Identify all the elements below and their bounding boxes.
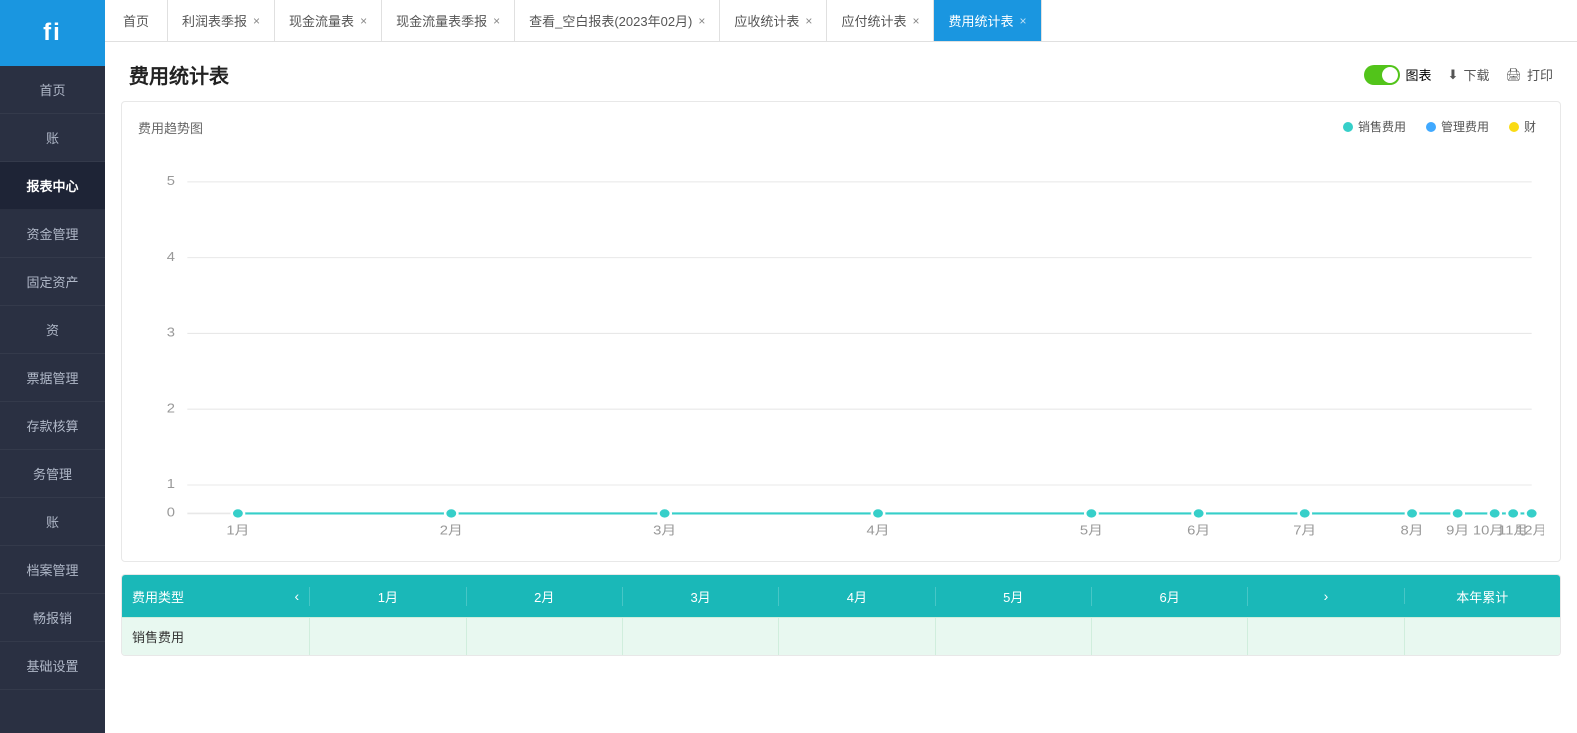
svg-text:4: 4 — [167, 250, 176, 264]
th-total: 本年累计 — [1405, 587, 1560, 606]
svg-text:2月: 2月 — [440, 523, 463, 537]
svg-text:12月: 12月 — [1516, 523, 1544, 537]
close-tab-receivable[interactable]: × — [805, 14, 812, 28]
td-m6 — [1092, 618, 1248, 655]
td-m1 — [310, 618, 466, 655]
page-title: 费用统计表 — [129, 60, 229, 89]
svg-text:8月: 8月 — [1401, 523, 1424, 537]
svg-text:4月: 4月 — [866, 523, 889, 537]
td-type: 销售费用 — [122, 618, 310, 655]
svg-text:3月: 3月 — [653, 523, 676, 537]
print-icon: 🖨 — [1505, 67, 1522, 83]
svg-text:1: 1 — [167, 477, 175, 491]
th-m2: 2月 — [467, 587, 623, 606]
legend-sales: 销售费用 — [1343, 118, 1406, 135]
svg-text:5月: 5月 — [1080, 523, 1103, 537]
close-tab-cashflow-q[interactable]: × — [493, 14, 500, 28]
th-m4: 4月 — [779, 587, 935, 606]
chart-svg: 5 4 3 2 1 0 — [138, 145, 1544, 545]
chart-section: 费用趋势图 销售费用 管理费用 财 — [121, 101, 1561, 562]
th-m5: 5月 — [936, 587, 1092, 606]
sidebar: fi 首页 账 报表中心 资金管理 固定资产 资 票据管理 存款核算 务管理 账… — [0, 0, 105, 733]
svg-text:1月: 1月 — [226, 523, 249, 537]
legend-label-mgmt: 管理费用 — [1441, 118, 1489, 135]
td-total — [1405, 618, 1560, 655]
th-type: 费用类型 ‹ — [122, 587, 310, 606]
th-m1: 1月 — [310, 587, 466, 606]
svg-text:5: 5 — [167, 174, 176, 188]
download-icon: ⬇ — [1448, 67, 1459, 83]
tab-payable[interactable]: 应付统计表 × — [827, 0, 934, 42]
td-m4 — [779, 618, 935, 655]
legend-dot-finance — [1509, 122, 1519, 132]
svg-text:2: 2 — [167, 401, 175, 415]
page-header: 费用统计表 图表 ⬇ 下载 🖨 打印 — [105, 42, 1577, 101]
chart-title: 费用趋势图 — [138, 118, 1544, 137]
th-m6: 6月 — [1092, 587, 1248, 606]
tab-cashflow[interactable]: 现金流量表 × — [275, 0, 382, 42]
sidebar-item-account[interactable]: 账 — [0, 114, 105, 162]
chart-legend: 销售费用 管理费用 财 — [1343, 118, 1536, 135]
svg-text:3: 3 — [167, 326, 176, 340]
th-m3: 3月 — [623, 587, 779, 606]
toggle-thumb — [1382, 67, 1398, 83]
sidebar-item-ledger[interactable]: 账 — [0, 498, 105, 546]
download-button[interactable]: ⬇ 下载 — [1448, 65, 1490, 84]
sidebar-item-settings[interactable]: 基础设置 — [0, 642, 105, 690]
sidebar-item-home[interactable]: 首页 — [0, 66, 105, 114]
main-area: 首页 利润表季报 × 现金流量表 × 现金流量表季报 × 查看_空白报表(202… — [105, 0, 1577, 733]
close-tab-cashflow[interactable]: × — [360, 14, 367, 28]
tab-expense[interactable]: 费用统计表 × — [934, 0, 1041, 42]
legend-dot-mgmt — [1426, 122, 1436, 132]
sidebar-item-archives[interactable]: 档案管理 — [0, 546, 105, 594]
svg-text:6月: 6月 — [1187, 523, 1210, 537]
nav-next-arrow[interactable]: › — [1324, 588, 1329, 604]
td-m3 — [623, 618, 779, 655]
table-section: 费用类型 ‹ 1月 2月 3月 4月 5月 — [121, 574, 1561, 656]
chart-toggle[interactable]: 图表 — [1364, 65, 1432, 85]
tab-home[interactable]: 首页 — [105, 0, 168, 42]
td-m5 — [936, 618, 1092, 655]
legend-dot-sales — [1343, 122, 1353, 132]
svg-text:9月: 9月 — [1446, 523, 1469, 537]
svg-text:7月: 7月 — [1293, 523, 1316, 537]
close-tab-profit[interactable]: × — [253, 14, 260, 28]
legend-finance: 财 — [1509, 118, 1536, 135]
legend-mgmt: 管理费用 — [1426, 118, 1489, 135]
sidebar-item-expense[interactable]: 畅报销 — [0, 594, 105, 642]
sidebar-item-deposits[interactable]: 存款核算 — [0, 402, 105, 450]
sidebar-item-funds[interactable]: 资金管理 — [0, 210, 105, 258]
td-m2 — [467, 618, 623, 655]
td-nav-empty — [1248, 618, 1404, 655]
nav-prev-arrow[interactable]: ‹ — [295, 588, 300, 604]
page-content: 费用统计表 图表 ⬇ 下载 🖨 打印 费用趋势图 — [105, 42, 1577, 733]
sidebar-item-assets[interactable]: 固定资产 — [0, 258, 105, 306]
th-nav-next: › — [1248, 588, 1404, 604]
sidebar-item-tickets[interactable]: 票据管理 — [0, 354, 105, 402]
tab-bar: 首页 利润表季报 × 现金流量表 × 现金流量表季报 × 查看_空白报表(202… — [105, 0, 1577, 42]
sidebar-item-services[interactable]: 务管理 — [0, 450, 105, 498]
sidebar-item-reports[interactable]: 报表中心 — [0, 162, 105, 210]
close-tab-blank[interactable]: × — [698, 14, 705, 28]
svg-text:0: 0 — [167, 506, 176, 520]
toggle-track[interactable] — [1364, 65, 1400, 85]
tab-blank[interactable]: 查看_空白报表(2023年02月) × — [515, 0, 720, 42]
tab-profit[interactable]: 利润表季报 × — [168, 0, 275, 42]
close-tab-expense[interactable]: × — [1019, 14, 1026, 28]
legend-label-finance: 财 — [1524, 118, 1536, 135]
print-button[interactable]: 🖨 打印 — [1505, 65, 1553, 84]
toggle-label: 图表 — [1406, 65, 1432, 84]
header-actions: 图表 ⬇ 下载 🖨 打印 — [1364, 65, 1553, 85]
legend-label-sales: 销售费用 — [1358, 118, 1406, 135]
table-header: 费用类型 ‹ 1月 2月 3月 4月 5月 — [122, 575, 1560, 617]
close-tab-payable[interactable]: × — [912, 14, 919, 28]
sidebar-item-investment[interactable]: 资 — [0, 306, 105, 354]
chart-svg-wrapper: 5 4 3 2 1 0 — [138, 145, 1544, 545]
tab-cashflow-q[interactable]: 现金流量表季报 × — [382, 0, 515, 42]
table-row: 销售费用 — [122, 617, 1560, 655]
sidebar-logo: fi — [0, 0, 105, 66]
tab-receivable[interactable]: 应收统计表 × — [720, 0, 827, 42]
